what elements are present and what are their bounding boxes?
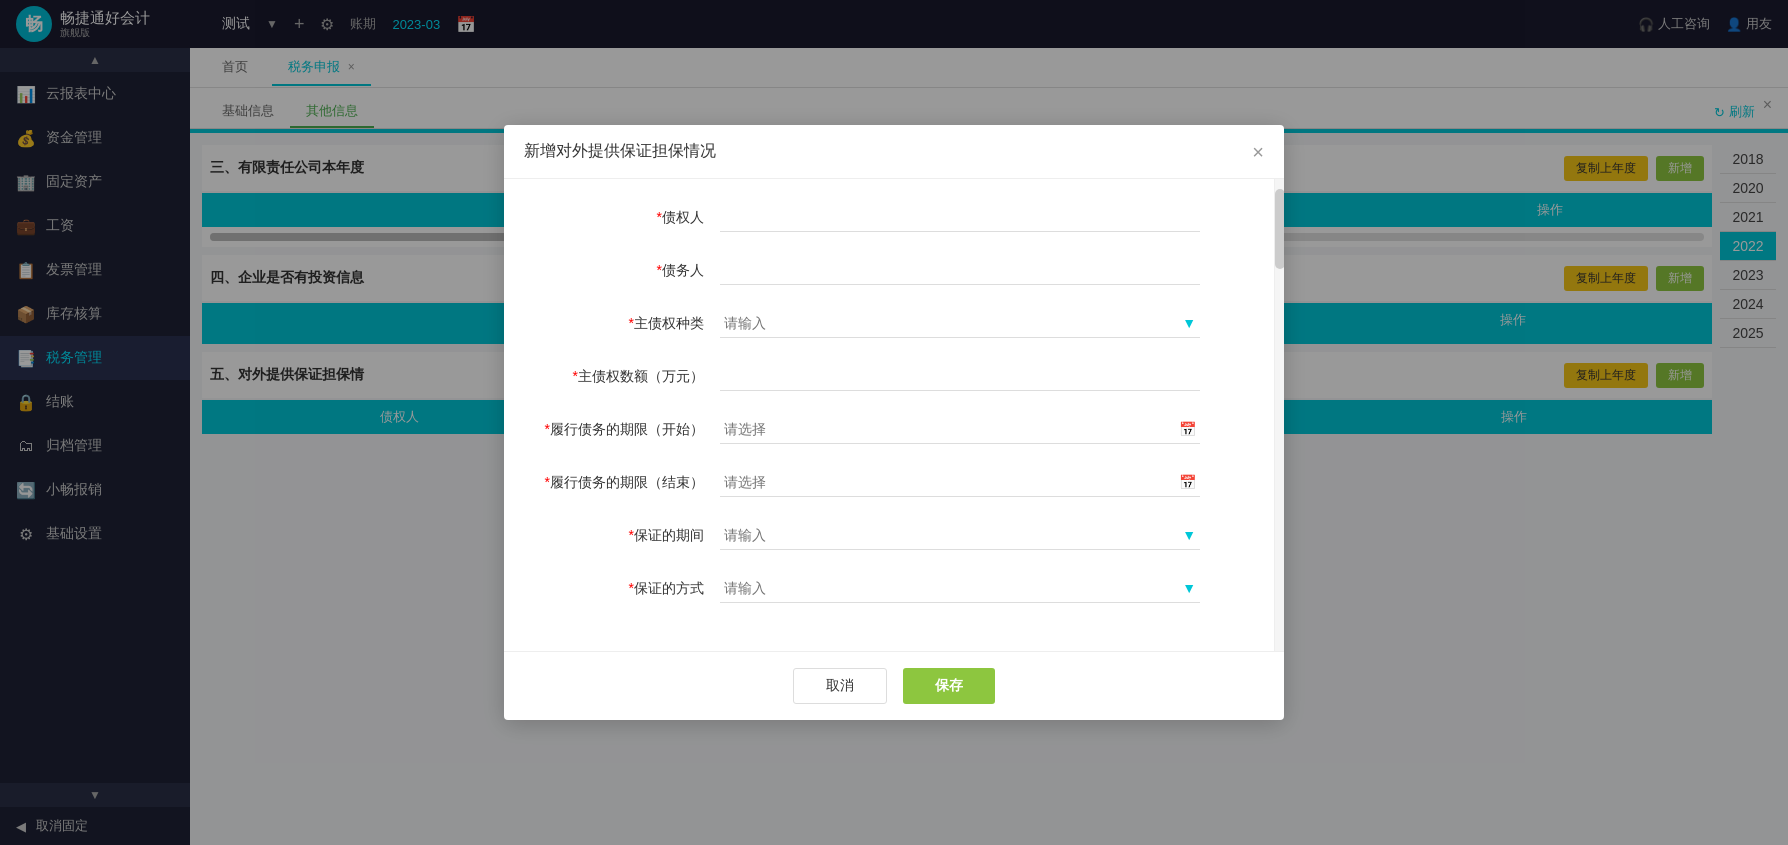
input-creditor[interactable] [720,203,1200,232]
form-row-guarantee-period: *保证的期间 ▼ [544,521,1244,550]
form-row-claim-amount: *主债权数额（万元） [544,362,1244,391]
cancel-button[interactable]: 取消 [793,668,887,704]
input-guarantee-period[interactable] [720,521,1178,549]
claim-type-dropdown-icon[interactable]: ▼ [1178,315,1200,331]
select-wrap-claim-type: ▼ [720,309,1200,338]
dialog-title: 新增对外提供保证担保情况 [524,141,716,162]
dialog-header: 新增对外提供保证担保情况 × [504,125,1284,179]
form-row-debtor: *债务人 [544,256,1244,285]
form-row-claim-type: *主债权种类 ▼ [544,309,1244,338]
label-claim-amount: *主债权数额（万元） [544,368,704,386]
date-wrap-period-end: 📅 [720,468,1200,497]
label-guarantee-method: *保证的方式 [544,580,704,598]
label-period-end: *履行债务的期限（结束） [544,474,704,492]
label-claim-type: *主债权种类 [544,315,704,333]
date-wrap-period-start: 📅 [720,415,1200,444]
input-period-end[interactable] [720,468,1175,496]
select-wrap-guarantee-period: ▼ [720,521,1200,550]
date-icon-period-end[interactable]: 📅 [1175,474,1200,490]
label-period-start: *履行债务的期限（开始） [544,421,704,439]
dialog-scrollbar-thumb [1275,189,1284,269]
dialog-body: *债权人 *债务人 *主债权种类 ▼ [504,179,1284,651]
label-guarantee-period: *保证的期间 [544,527,704,545]
label-debtor: *债务人 [544,262,704,280]
guarantee-method-dropdown-icon[interactable]: ▼ [1178,580,1200,596]
dialog-close-button[interactable]: × [1252,142,1264,162]
guarantee-period-dropdown-icon[interactable]: ▼ [1178,527,1200,543]
form-row-guarantee-method: *保证的方式 ▼ [544,574,1244,603]
add-guarantee-dialog: 新增对外提供保证担保情况 × *债权人 *债务人 [504,125,1284,720]
form-row-period-start: *履行债务的期限（开始） 📅 [544,415,1244,444]
input-period-start[interactable] [720,415,1175,443]
input-claim-type[interactable] [720,309,1178,337]
dialog-footer: 取消 保存 [504,651,1284,720]
form-row-creditor: *债权人 [544,203,1244,232]
input-claim-amount[interactable] [720,362,1200,391]
save-button[interactable]: 保存 [903,668,995,704]
dialog-overlay: 新增对外提供保证担保情况 × *债权人 *债务人 [0,0,1788,845]
input-guarantee-method[interactable] [720,574,1178,602]
select-wrap-guarantee-method: ▼ [720,574,1200,603]
form-row-period-end: *履行债务的期限（结束） 📅 [544,468,1244,497]
label-creditor: *债权人 [544,209,704,227]
input-debtor[interactable] [720,256,1200,285]
date-icon-period-start[interactable]: 📅 [1175,421,1200,437]
dialog-scrollbar[interactable] [1274,179,1284,651]
